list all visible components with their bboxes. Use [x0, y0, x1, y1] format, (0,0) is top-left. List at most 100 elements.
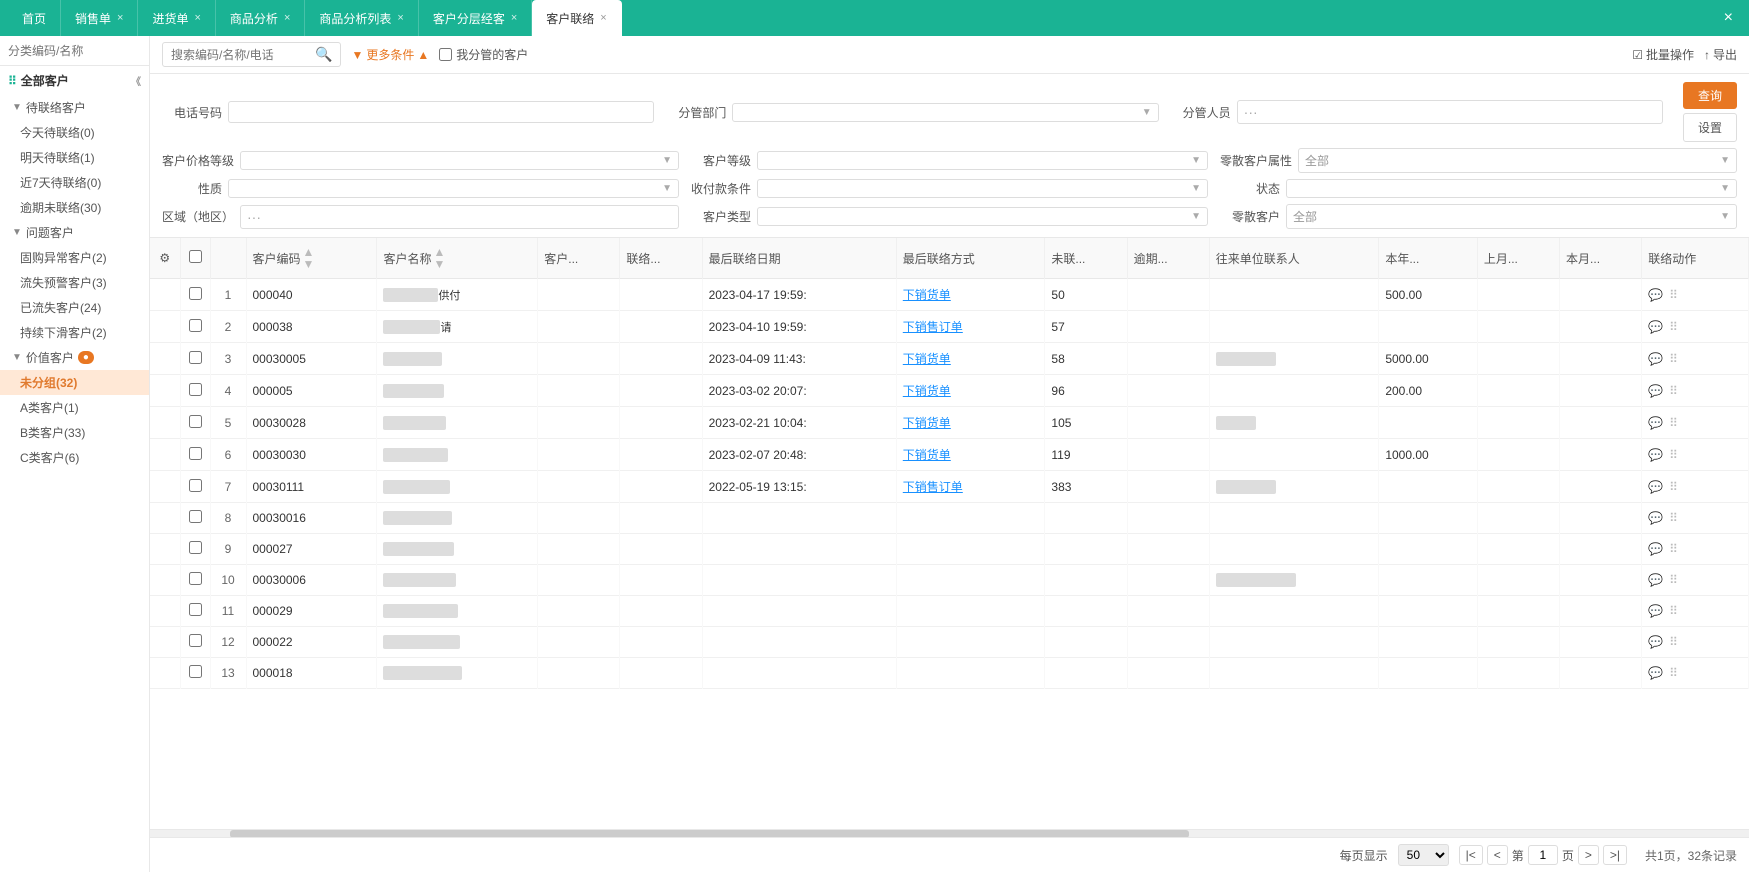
- dept-select[interactable]: ▼: [732, 103, 1158, 122]
- page-input[interactable]: [1528, 845, 1558, 865]
- row-checkbox-11[interactable]: [189, 634, 202, 647]
- apps-icon-0[interactable]: ⠿: [1669, 288, 1678, 302]
- row-method-link-0[interactable]: 下销货单: [903, 288, 951, 302]
- row-check-5[interactable]: [180, 439, 210, 471]
- apps-icon-2[interactable]: ⠿: [1669, 352, 1678, 366]
- row-check-6[interactable]: [180, 471, 210, 503]
- chat-icon-5[interactable]: 💬: [1648, 448, 1663, 462]
- th-contact[interactable]: 联络...: [620, 238, 702, 279]
- chat-icon-2[interactable]: 💬: [1648, 352, 1663, 366]
- tab-close-purchase[interactable]: ×: [194, 12, 200, 24]
- apps-icon-7[interactable]: ⠿: [1669, 511, 1678, 525]
- tab-analysis-list[interactable]: 商品分析列表 ×: [305, 0, 418, 36]
- sidebar-group-pending[interactable]: ▼ 待联络客户: [0, 95, 149, 120]
- row-method-link-6[interactable]: 下销售订单: [903, 480, 963, 494]
- row-method-link-3[interactable]: 下销货单: [903, 384, 951, 398]
- apps-icon-11[interactable]: ⠿: [1669, 635, 1678, 649]
- export-button[interactable]: ↑ 导出: [1704, 46, 1737, 63]
- last-page-button[interactable]: >|: [1603, 845, 1627, 865]
- query-button[interactable]: 查询: [1683, 82, 1737, 109]
- row-checkbox-4[interactable]: [189, 415, 202, 428]
- sidebar-item-ungrouped[interactable]: 未分组(32): [0, 370, 149, 395]
- th-code[interactable]: 客户编码 ▲▼: [246, 238, 377, 279]
- row-checkbox-5[interactable]: [189, 447, 202, 460]
- th-checkbox[interactable]: [180, 238, 210, 279]
- row-checkbox-3[interactable]: [189, 383, 202, 396]
- th-action[interactable]: 联络动作: [1642, 238, 1749, 279]
- customer-type-select[interactable]: ▼: [757, 207, 1208, 226]
- apps-icon-10[interactable]: ⠿: [1669, 604, 1678, 618]
- chat-icon-4[interactable]: 💬: [1648, 416, 1663, 430]
- tab-close-customer-tier[interactable]: ×: [511, 12, 517, 24]
- apps-icon-6[interactable]: ⠿: [1669, 480, 1678, 494]
- row-check-4[interactable]: [180, 407, 210, 439]
- filter-search-icon[interactable]: 🔍: [315, 46, 332, 63]
- sidebar-item-class-c[interactable]: C类客户(6): [0, 445, 149, 470]
- row-check-12[interactable]: [180, 658, 210, 689]
- tab-close-sales[interactable]: ×: [117, 12, 123, 24]
- th-name[interactable]: 客户名称 ▲▼: [377, 238, 538, 279]
- row-checkbox-0[interactable]: [189, 287, 202, 300]
- row-method-link-1[interactable]: 下销售订单: [903, 320, 963, 334]
- row-check-10[interactable]: [180, 596, 210, 627]
- tab-analysis[interactable]: 商品分析 ×: [216, 0, 305, 36]
- row-checkbox-8[interactable]: [189, 541, 202, 554]
- all-customers-header[interactable]: ⠿ 全部客户 《: [0, 66, 149, 95]
- th-overdue[interactable]: 逾期...: [1127, 238, 1209, 279]
- chat-icon-10[interactable]: 💬: [1648, 604, 1663, 618]
- row-checkbox-7[interactable]: [189, 510, 202, 523]
- tab-close-analysis[interactable]: ×: [284, 12, 290, 24]
- retail-customer-select[interactable]: 全部 ▼: [1286, 204, 1737, 229]
- more-conditions-button[interactable]: ▼ 更多条件 ▲: [351, 46, 429, 63]
- row-check-9[interactable]: [180, 565, 210, 596]
- chat-icon-0[interactable]: 💬: [1648, 288, 1663, 302]
- apps-icon-8[interactable]: ⠿: [1669, 542, 1678, 556]
- sidebar-item-today-pending[interactable]: 今天待联络(0): [0, 120, 149, 145]
- customer-level-select[interactable]: ▼: [757, 151, 1208, 170]
- row-checkbox-1[interactable]: [189, 319, 202, 332]
- row-method-link-4[interactable]: 下销货单: [903, 416, 951, 430]
- th-last-contact-method[interactable]: 最后联络方式: [896, 238, 1045, 279]
- apps-icon-1[interactable]: ⠿: [1669, 320, 1678, 334]
- chat-icon-6[interactable]: 💬: [1648, 480, 1663, 494]
- first-page-button[interactable]: |<: [1459, 845, 1483, 865]
- th-type[interactable]: 客户...: [538, 238, 620, 279]
- apps-icon-3[interactable]: ⠿: [1669, 384, 1678, 398]
- th-last-month[interactable]: 上月...: [1477, 238, 1559, 279]
- row-checkbox-12[interactable]: [189, 665, 202, 678]
- tab-home[interactable]: 首页: [8, 0, 61, 36]
- apps-icon-9[interactable]: ⠿: [1669, 573, 1678, 587]
- row-check-2[interactable]: [180, 343, 210, 375]
- row-checkbox-10[interactable]: [189, 603, 202, 616]
- chat-icon-11[interactable]: 💬: [1648, 635, 1663, 649]
- sidebar-group-problem[interactable]: ▼ 问题客户: [0, 220, 149, 245]
- row-check-7[interactable]: [180, 503, 210, 534]
- sidebar-search-input[interactable]: [8, 44, 150, 58]
- chat-icon-7[interactable]: 💬: [1648, 511, 1663, 525]
- tab-customer-contact[interactable]: 客户联络 ×: [532, 0, 621, 36]
- th-contacts[interactable]: 往来单位联系人: [1209, 238, 1379, 279]
- th-last-contact-date[interactable]: 最后联络日期: [702, 238, 896, 279]
- horizontal-scrollbar[interactable]: [150, 829, 1749, 837]
- th-no-contact[interactable]: 未联...: [1045, 238, 1127, 279]
- my-customers-checkbox[interactable]: 我分管的客户: [439, 46, 528, 63]
- prev-page-button[interactable]: <: [1487, 845, 1508, 865]
- region-dots[interactable]: ···: [247, 209, 261, 225]
- tab-close-analysis-list[interactable]: ×: [397, 12, 403, 24]
- row-method-link-2[interactable]: 下销货单: [903, 352, 951, 366]
- close-all-tabs-button[interactable]: ×: [1716, 9, 1741, 27]
- row-check-0[interactable]: [180, 279, 210, 311]
- tab-sales[interactable]: 销售单 ×: [61, 0, 138, 36]
- row-check-11[interactable]: [180, 627, 210, 658]
- row-checkbox-6[interactable]: [189, 479, 202, 492]
- tab-purchase[interactable]: 进货单 ×: [138, 0, 215, 36]
- chat-icon-12[interactable]: 💬: [1648, 666, 1663, 680]
- row-check-1[interactable]: [180, 311, 210, 343]
- sidebar-item-abnormal[interactable]: 固购异常客户(2): [0, 245, 149, 270]
- th-this-year[interactable]: 本年...: [1379, 238, 1478, 279]
- th-this-month[interactable]: 本月...: [1560, 238, 1642, 279]
- my-customers-check[interactable]: [439, 48, 452, 61]
- sidebar-item-churn-warning[interactable]: 流失预警客户(3): [0, 270, 149, 295]
- region-select[interactable]: ···: [240, 205, 679, 229]
- settings-icon[interactable]: ⚙: [159, 251, 170, 265]
